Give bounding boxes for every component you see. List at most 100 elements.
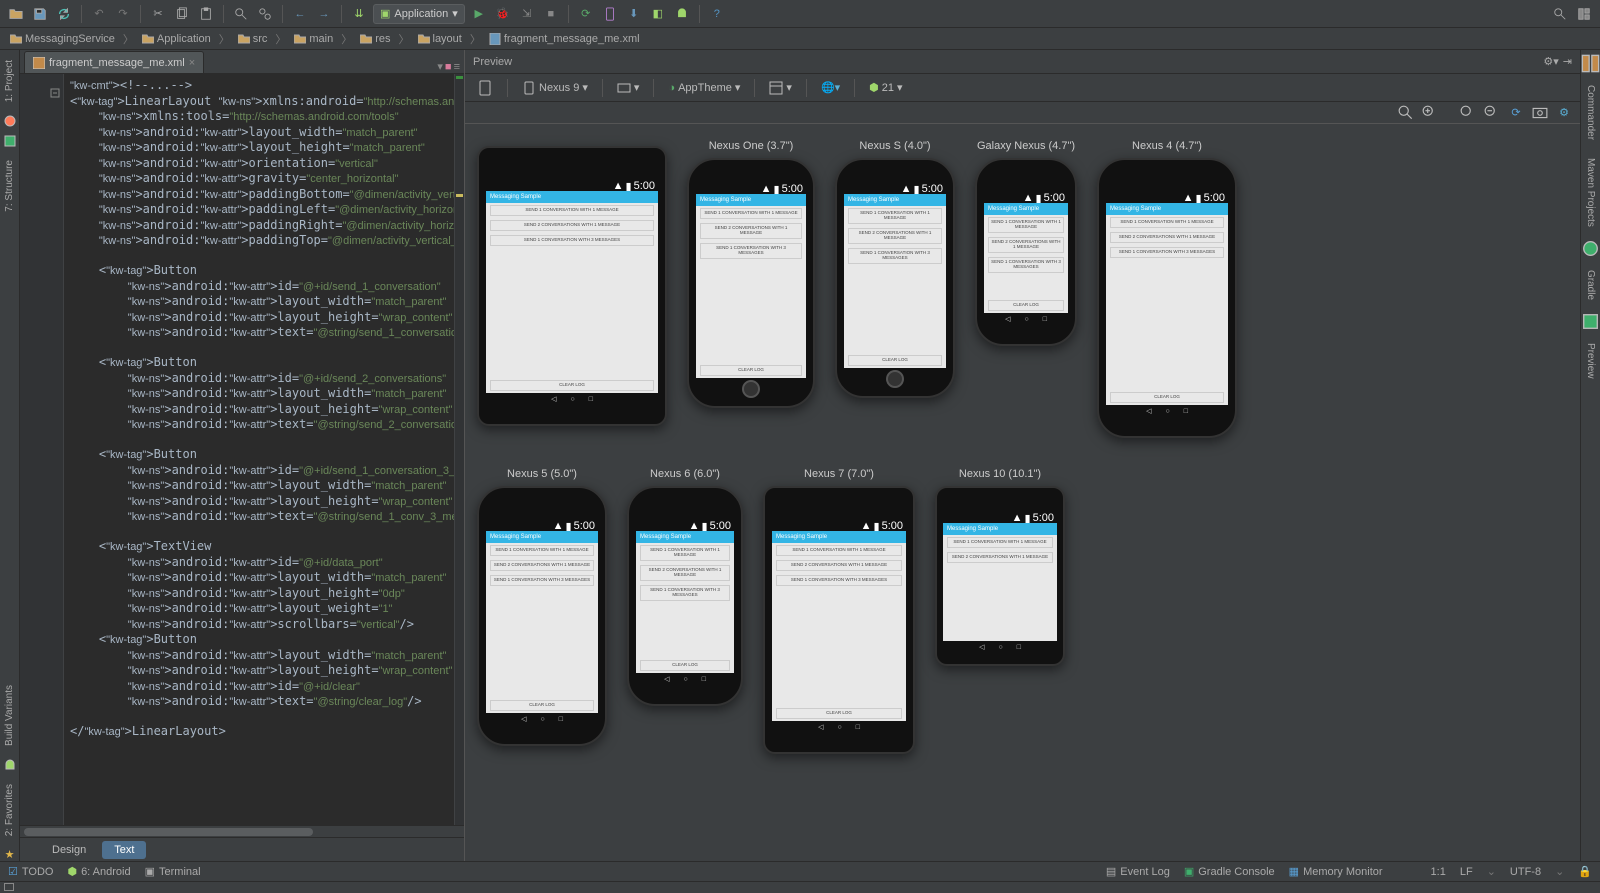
device-preview[interactable]: Nexus 10 (10.1") ▲▮5:00 Messaging Sample… (935, 468, 1065, 754)
android-icon-strip[interactable] (3, 758, 17, 772)
device-preview[interactable]: Nexus 4 (4.7") ▲▮5:00 Messaging Sample S… (1097, 140, 1237, 438)
file-tab[interactable]: fragment_message_me.xml × (24, 51, 204, 73)
tool-gradle-console[interactable]: ▣Gradle Console (1184, 865, 1275, 878)
tool-maven[interactable]: Maven Projects (1583, 152, 1598, 233)
bc-src[interactable]: src (234, 32, 272, 46)
preview-icon[interactable] (1581, 312, 1600, 331)
ddms-icon[interactable]: ◧ (648, 4, 668, 24)
zoom-in-icon[interactable] (1422, 105, 1438, 121)
tab-design[interactable]: Design (40, 841, 98, 859)
avd-icon[interactable] (600, 4, 620, 24)
tool-commander[interactable]: Commander (1583, 79, 1598, 146)
editor-gutter[interactable] (20, 74, 64, 825)
tab-text[interactable]: Text (102, 841, 146, 859)
run-configuration[interactable]: ▣ Application ▾ (373, 4, 465, 24)
device-label: Nexus S (4.0") (859, 140, 930, 152)
zoom-out-icon[interactable] (1484, 105, 1500, 121)
forward-icon[interactable]: → (314, 4, 334, 24)
gradle-icon[interactable] (1581, 239, 1600, 258)
hide-icon[interactable]: ⇥ (1563, 55, 1572, 68)
device-preview[interactable]: Nexus One (3.7") ▲▮5:00 Messaging Sample… (687, 140, 815, 438)
bc-layout[interactable]: layout (414, 32, 466, 46)
back-icon[interactable]: ← (290, 4, 310, 24)
bc-res[interactable]: res (356, 32, 394, 46)
tool-event-log[interactable]: ▤Event Log (1106, 865, 1170, 878)
device-preview[interactable]: Nexus 5 (5.0") ▲▮5:00 Messaging Sample S… (477, 468, 607, 754)
tool-window-toggle[interactable] (4, 883, 14, 891)
gear-icon[interactable]: ⚙▾ (1543, 55, 1558, 68)
preview-zoom-bar: ⟳ ⚙ (465, 102, 1580, 124)
lock-icon[interactable]: 🔒 (1578, 865, 1592, 878)
commander-icon[interactable] (1581, 54, 1600, 73)
split-icon[interactable]: ▾ (437, 60, 443, 73)
tool-project[interactable]: 1: Project (2, 54, 17, 108)
device-preview[interactable]: Nexus 6 (6.0") ▲▮5:00 Messaging Sample S… (627, 468, 743, 754)
tool-android[interactable]: ⬢6: Android (67, 865, 130, 878)
sync-gradle-icon[interactable]: ⟳ (576, 4, 596, 24)
sdk-icon[interactable]: ⬇ (624, 4, 644, 24)
copy-icon[interactable] (172, 4, 192, 24)
virtual-device-icon[interactable] (473, 78, 497, 98)
redo-icon[interactable]: ↷ (113, 4, 133, 24)
theme-picker[interactable]: ◑AppTheme▾ (664, 79, 744, 96)
device-preview[interactable]: Nexus S (4.0") ▲▮5:00 Messaging Sample S… (835, 140, 955, 438)
replace-icon[interactable] (255, 4, 275, 24)
device-preview[interactable]: Nexus 7 (7.0") ▲▮5:00 Messaging Sample S… (763, 468, 915, 754)
breadcrumb: MessagingService〉 Application〉 src〉 main… (0, 28, 1600, 50)
more-icon[interactable]: ≡ (454, 61, 460, 73)
tool-icon-2[interactable] (3, 134, 17, 148)
screenshot-icon[interactable] (1532, 105, 1548, 121)
layout-icon[interactable]: ▾ (765, 79, 796, 97)
caret-position[interactable]: 1:1 (1431, 866, 1446, 878)
bc-module[interactable]: Application (138, 32, 215, 46)
refresh-icon[interactable]: ⟳ (1508, 105, 1524, 121)
preview-canvas[interactable]: ▲▮5:00 Messaging Sample SEND 1 CONVERSAT… (465, 124, 1580, 861)
make-icon[interactable]: ⇊ (349, 4, 369, 24)
run-icon[interactable]: ▶ (469, 4, 489, 24)
orientation-icon[interactable]: ▾ (613, 79, 644, 97)
tool-favorites[interactable]: 2: Favorites (2, 778, 17, 842)
bc-file[interactable]: fragment_message_me.xml (485, 32, 644, 46)
sync-icon[interactable] (54, 4, 74, 24)
device-preview[interactable]: Galaxy Nexus (4.7") ▲▮5:00 Messaging Sam… (975, 140, 1077, 438)
pin-icon[interactable]: ■ (445, 61, 452, 73)
bc-main[interactable]: main (290, 32, 337, 46)
tool-build-variants[interactable]: Build Variants (2, 679, 17, 752)
star-icon[interactable]: ★ (5, 848, 15, 861)
file-encoding[interactable]: UTF-8 (1510, 866, 1541, 878)
find-icon[interactable] (231, 4, 251, 24)
editor-hscrollbar[interactable] (20, 825, 464, 837)
stop-icon[interactable]: ■ (541, 4, 561, 24)
locale-icon[interactable]: 🌐▾ (817, 79, 844, 96)
ant-icon[interactable] (3, 114, 17, 128)
project-structure-icon[interactable] (1574, 4, 1594, 24)
help-icon[interactable]: ? (707, 4, 727, 24)
open-icon[interactable] (6, 4, 26, 24)
save-icon[interactable] (30, 4, 50, 24)
close-icon[interactable]: × (189, 57, 195, 69)
fold-icon[interactable] (50, 88, 60, 98)
device-picker[interactable]: Nexus 9▾ (518, 79, 592, 97)
code-editor[interactable]: "kw-cmt"><!--...--> <"kw-tag">LinearLayo… (64, 74, 454, 825)
zoom-100-icon[interactable] (1460, 105, 1476, 121)
search-everywhere-icon[interactable] (1550, 4, 1570, 24)
device-preview[interactable]: ▲▮5:00 Messaging Sample SEND 1 CONVERSAT… (477, 140, 667, 438)
line-ending[interactable]: LF (1460, 866, 1473, 878)
error-stripe[interactable] (454, 74, 464, 825)
attach-icon[interactable]: ⇲ (517, 4, 537, 24)
tool-preview[interactable]: Preview (1583, 337, 1598, 385)
tool-gradle[interactable]: Gradle (1583, 264, 1598, 306)
debug-icon[interactable]: 🐞 (493, 4, 513, 24)
api-picker[interactable]: ⬢21▾ (865, 79, 906, 96)
tool-structure[interactable]: 7: Structure (2, 154, 17, 218)
bc-root[interactable]: MessagingService (6, 32, 119, 46)
undo-icon[interactable]: ↶ (89, 4, 109, 24)
tool-memory-monitor[interactable]: ▦Memory Monitor (1289, 865, 1383, 878)
zoom-fit-icon[interactable] (1398, 105, 1414, 121)
cut-icon[interactable]: ✂ (148, 4, 168, 24)
tool-terminal[interactable]: ▣Terminal (145, 865, 201, 878)
tool-todo[interactable]: ☑TODO (8, 865, 53, 878)
paste-icon[interactable] (196, 4, 216, 24)
settings-icon[interactable]: ⚙ (1556, 105, 1572, 121)
android-icon-2[interactable] (672, 4, 692, 24)
